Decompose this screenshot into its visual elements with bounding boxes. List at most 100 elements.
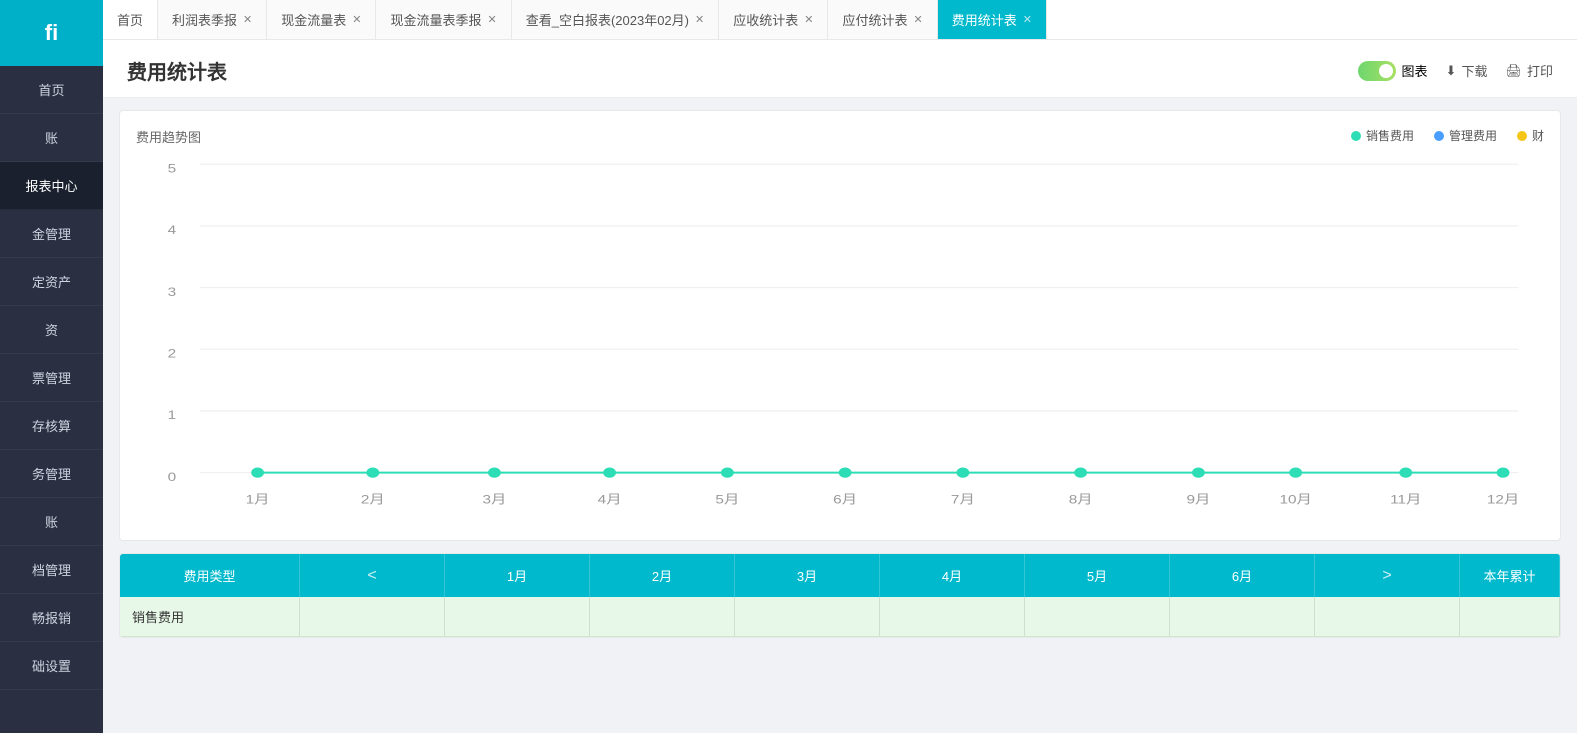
close-icon[interactable]: ✕ [352,13,361,26]
svg-text:3月: 3月 [482,492,506,506]
table-header-m2: 2月 [590,554,735,597]
print-label: 打印 [1527,61,1553,80]
sidebar: fi 首页 账 报表中心 金管理 定资产 资 票管理 存核算 务管理 账 档管理… [0,0,103,733]
sidebar-item-reports[interactable]: 报表中心 [0,162,103,210]
tab-cashflow[interactable]: 现金流量表 ✕ [267,0,376,39]
table-cell-type: 销售费用 [120,597,300,636]
legend-dot-finance [1517,131,1527,141]
sidebar-item-salary[interactable]: 资 [0,306,103,354]
main-area: 首页 利润表季报 ✕ 现金流量表 ✕ 现金流量表季报 ✕ 查看_空白报表(202… [103,0,1577,733]
table-cell-ytd [1460,597,1560,636]
table-cell-m6 [1170,597,1315,636]
download-button[interactable]: ⬇ 下载 [1446,61,1488,80]
close-icon[interactable]: ✕ [1023,13,1032,26]
chart-toggle-label: 图表 [1402,61,1428,80]
svg-text:2: 2 [168,346,177,360]
legend-label-sales: 销售费用 [1366,127,1414,144]
chart-area: 0 1 2 3 4 5 1月 2月 3月 [136,154,1544,524]
tab-payable[interactable]: 应付统计表 ✕ [828,0,937,39]
table-header-m5: 5月 [1025,554,1170,597]
chart-section: 费用趋势图 销售费用 管理费用 财 [119,110,1561,541]
table-cell-nav-placeholder [300,597,445,636]
table-nav-prev[interactable]: < [300,554,445,597]
chart-svg: 0 1 2 3 4 5 1月 2月 3月 [136,154,1544,524]
svg-text:11月: 11月 [1390,492,1421,506]
svg-text:0: 0 [168,469,177,483]
table-cell-m1 [445,597,590,636]
table-header: 费用类型 < 1月 2月 3月 4月 5月 6月 > 本年累计 [120,554,1560,597]
download-icon: ⬇ [1446,63,1457,79]
sidebar-item-finance[interactable]: 金管理 [0,210,103,258]
close-icon[interactable]: ✕ [804,13,813,26]
table-cell-m5 [1025,597,1170,636]
svg-text:5: 5 [168,161,177,175]
sidebar-item-inventory[interactable]: 存核算 [0,402,103,450]
chart-legend: 销售费用 管理费用 财 [1351,127,1544,144]
tab-home[interactable]: 首页 [103,0,158,39]
sidebar-item-invoice[interactable]: 票管理 [0,354,103,402]
svg-text:4月: 4月 [598,492,622,506]
next-arrow-icon[interactable]: > [1382,567,1391,585]
tab-blank[interactable]: 查看_空白报表(2023年02月) ✕ [512,0,720,39]
svg-text:4: 4 [168,223,177,237]
svg-text:3: 3 [168,284,177,298]
table-nav-next[interactable]: > [1315,554,1460,597]
table-header-m4: 4月 [880,554,1025,597]
legend-label-finance: 财 [1532,127,1544,144]
table-cell-m4 [880,597,1025,636]
prev-arrow-icon[interactable]: < [367,567,376,585]
print-button[interactable]: 🖨 打印 [1505,61,1553,80]
table-row: 销售费用 [120,597,1560,637]
table-header-m3: 3月 [735,554,880,597]
print-icon: 🖨 [1505,63,1522,79]
table-header-m1: 1月 [445,554,590,597]
tab-expense-stat[interactable]: 费用统计表 ✕ [938,0,1047,39]
chart-title: 费用趋势图 [136,127,201,146]
table-header-ytd: 本年累计 [1460,554,1560,597]
table-cell-nav-placeholder2 [1315,597,1460,636]
sidebar-item-ledger[interactable]: 账 [0,498,103,546]
legend-sales: 销售费用 [1351,127,1414,144]
chart-toggle[interactable] [1358,61,1396,81]
sidebar-item-task[interactable]: 务管理 [0,450,103,498]
svg-text:1月: 1月 [246,492,270,506]
svg-text:8月: 8月 [1069,492,1093,506]
table-cell-m3 [735,597,880,636]
sidebar-item-account[interactable]: 账 [0,114,103,162]
svg-text:9月: 9月 [1186,492,1210,506]
close-icon[interactable]: ✕ [243,13,252,26]
sidebar-item-assets[interactable]: 定资产 [0,258,103,306]
sidebar-item-expense[interactable]: 畅报销 [0,594,103,642]
tab-profit[interactable]: 利润表季报 ✕ [158,0,267,39]
tab-receivable[interactable]: 应收统计表 ✕ [719,0,828,39]
close-icon[interactable]: ✕ [695,13,704,26]
svg-text:2月: 2月 [361,492,385,506]
svg-text:6月: 6月 [833,492,857,506]
header-actions: 图表 ⬇ 下载 🖨 打印 [1358,61,1553,81]
legend-admin: 管理费用 [1434,127,1497,144]
sidebar-item-home[interactable]: 首页 [0,66,103,114]
page-content: 费用统计表 图表 ⬇ 下载 🖨 打印 费用趋势图 [103,40,1577,733]
sidebar-logo: fi [0,0,103,66]
table-section: 费用类型 < 1月 2月 3月 4月 5月 6月 > 本年累计 销售费用 [119,553,1561,638]
legend-dot-sales [1351,131,1361,141]
page-header: 费用统计表 图表 ⬇ 下载 🖨 打印 [103,40,1577,98]
svg-text:12月: 12月 [1487,492,1519,506]
svg-text:5月: 5月 [715,492,739,506]
svg-text:1: 1 [168,408,177,422]
chart-toggle-wrap: 图表 [1358,61,1428,81]
legend-finance: 财 [1517,127,1544,144]
legend-label-admin: 管理费用 [1449,127,1497,144]
table-header-type: 费用类型 [120,554,300,597]
sidebar-item-archive[interactable]: 档管理 [0,546,103,594]
legend-dot-admin [1434,131,1444,141]
close-icon[interactable]: ✕ [913,13,922,26]
page-title: 费用统计表 [127,56,227,85]
close-icon[interactable]: ✕ [488,13,497,26]
sidebar-item-settings[interactable]: 础设置 [0,642,103,690]
table-cell-m2 [590,597,735,636]
tab-bar: 首页 利润表季报 ✕ 现金流量表 ✕ 现金流量表季报 ✕ 查看_空白报表(202… [103,0,1577,40]
svg-text:10月: 10月 [1279,492,1311,506]
tab-cashflow-q[interactable]: 现金流量表季报 ✕ [376,0,511,39]
table-header-m6: 6月 [1170,554,1315,597]
